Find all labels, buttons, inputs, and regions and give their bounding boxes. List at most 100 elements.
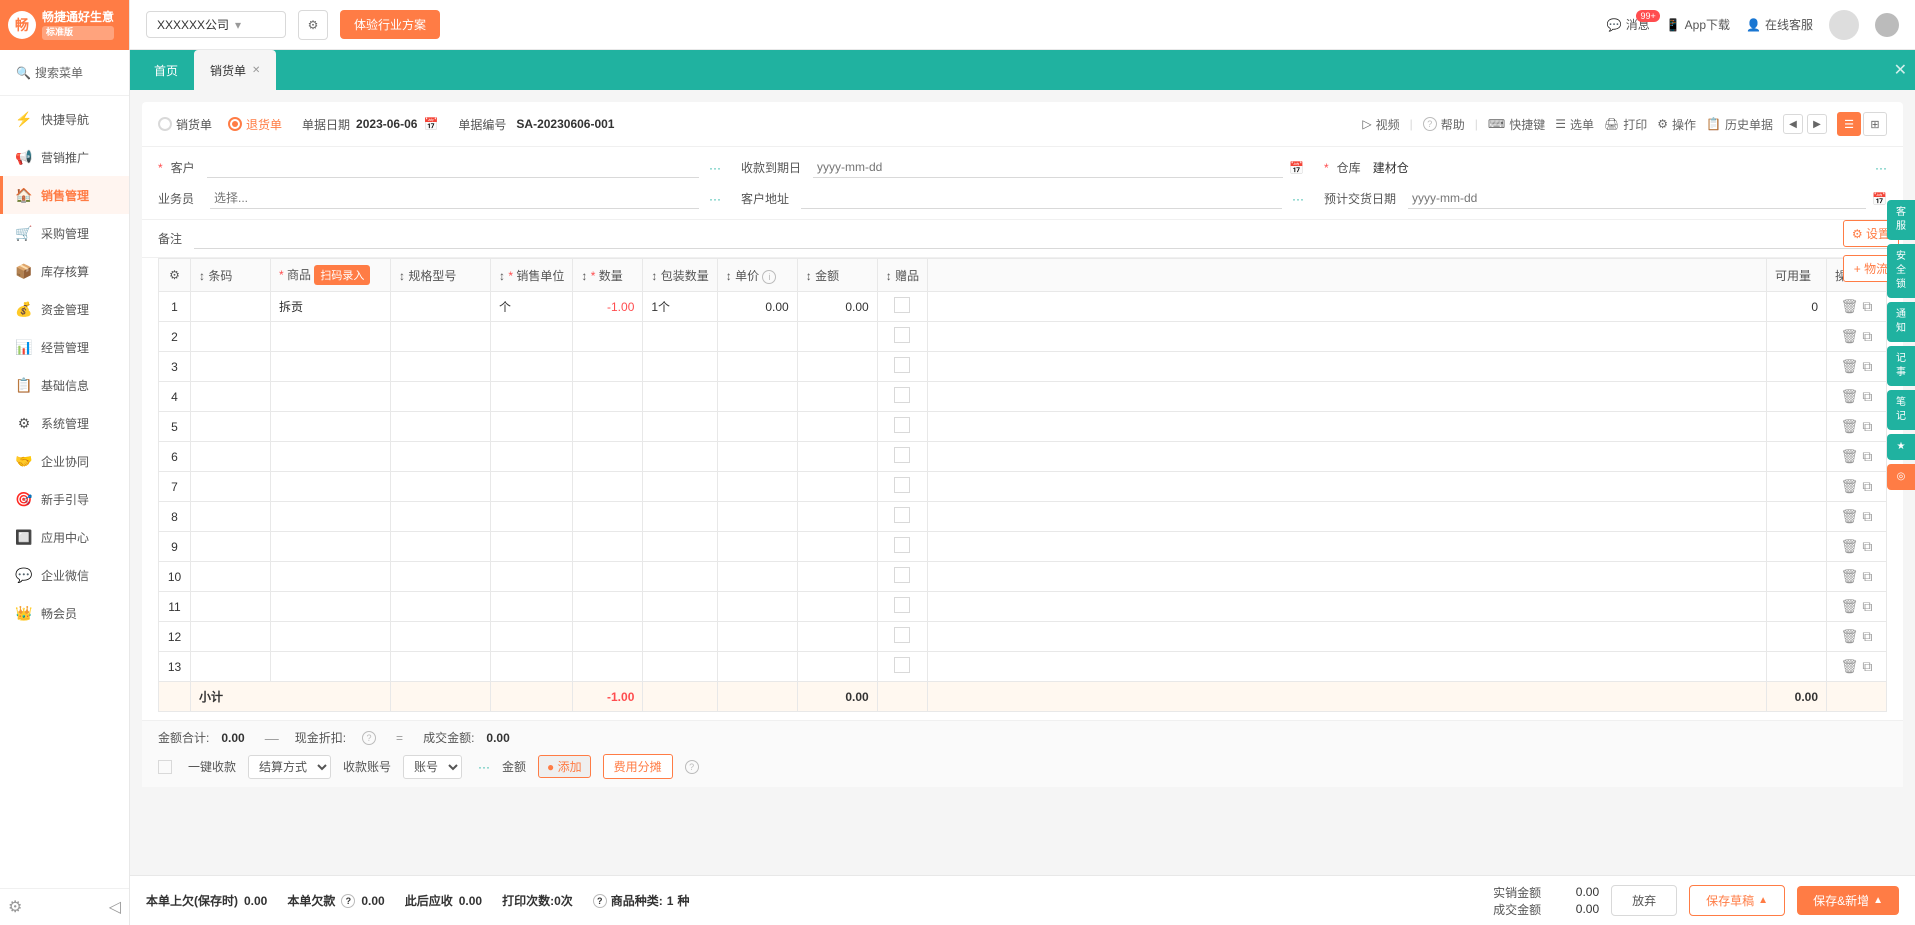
account-select[interactable]: 账号 (403, 755, 462, 779)
row-amount[interactable] (797, 412, 877, 442)
message-button[interactable]: 💬 消息 99+ (1607, 16, 1650, 33)
rpanel-notify[interactable]: 通知 (1887, 302, 1915, 342)
row-unit[interactable] (491, 382, 573, 412)
copy-icon[interactable]: ⧉ (1862, 568, 1872, 585)
row-pkg-qty[interactable]: 1个 (643, 292, 717, 322)
action-history[interactable]: 📋 历史单据 (1706, 116, 1773, 133)
row-spec[interactable] (391, 382, 491, 412)
gift-checkbox[interactable] (894, 447, 910, 463)
tab-close-all[interactable]: ✕ (1894, 60, 1907, 80)
warehouse-more-icon[interactable]: ··· (1875, 161, 1887, 175)
staff-input[interactable] (210, 188, 699, 209)
row-barcode[interactable] (191, 412, 271, 442)
gift-checkbox[interactable] (894, 657, 910, 673)
row-pkg-qty[interactable] (643, 382, 717, 412)
gift-checkbox[interactable] (894, 537, 910, 553)
row-gift[interactable] (877, 502, 927, 532)
gift-checkbox[interactable] (894, 297, 910, 313)
row-product[interactable] (271, 322, 391, 352)
row-amount[interactable] (797, 562, 877, 592)
row-pkg-qty[interactable] (643, 532, 717, 562)
row-product[interactable] (271, 622, 391, 652)
delete-icon[interactable]: 🗑 (1841, 628, 1859, 645)
row-price[interactable] (717, 622, 797, 652)
row-gift[interactable] (877, 412, 927, 442)
gift-checkbox[interactable] (894, 477, 910, 493)
row-amount[interactable] (797, 442, 877, 472)
row-product[interactable] (271, 532, 391, 562)
delete-icon[interactable]: 🗑 (1841, 358, 1859, 375)
view-list[interactable]: ☰ (1837, 112, 1861, 136)
row-spec[interactable] (391, 472, 491, 502)
row-product[interactable] (271, 382, 391, 412)
row-product[interactable] (271, 442, 391, 472)
row-qty[interactable]: -1.00 (573, 292, 643, 322)
rpanel-note[interactable]: 记事 (1887, 346, 1915, 386)
row-qty[interactable] (573, 382, 643, 412)
row-spec[interactable] (391, 532, 491, 562)
calendar-icon[interactable]: 📅 (423, 117, 438, 131)
gift-checkbox[interactable] (894, 357, 910, 373)
discount-info-icon[interactable]: ? (362, 731, 376, 745)
trial-button[interactable]: 体验行业方案 (340, 10, 440, 39)
customer-input[interactable] (207, 157, 699, 178)
delete-icon[interactable]: 🗑 (1841, 388, 1859, 405)
gift-checkbox[interactable] (894, 567, 910, 583)
copy-icon[interactable]: ⧉ (1862, 478, 1872, 495)
row-spec[interactable] (391, 592, 491, 622)
row-product[interactable] (271, 562, 391, 592)
settings-button[interactable]: ⚙ (298, 10, 328, 40)
th-qty-sort[interactable]: ↕ (581, 269, 587, 283)
row-gift[interactable] (877, 472, 927, 502)
row-qty[interactable] (573, 532, 643, 562)
row-price[interactable] (717, 352, 797, 382)
th-amount-sort[interactable]: ↕ (806, 269, 812, 283)
save-new-button[interactable]: 保存&新增 ▲ (1797, 886, 1899, 915)
address-more-icon[interactable]: ··· (1292, 192, 1304, 206)
row-barcode[interactable] (191, 382, 271, 412)
sidebar-item-企业微信[interactable]: 💬企业微信 (0, 556, 129, 594)
gift-checkbox[interactable] (894, 507, 910, 523)
row-amount[interactable] (797, 532, 877, 562)
row-qty[interactable] (573, 592, 643, 622)
price-info-icon[interactable]: i (762, 270, 776, 284)
delete-icon[interactable]: 🗑 (1841, 658, 1859, 675)
row-amount[interactable] (797, 322, 877, 352)
row-unit[interactable] (491, 352, 573, 382)
row-pkg-qty[interactable] (643, 622, 717, 652)
account-more-icon[interactable]: ··· (478, 760, 490, 774)
action-video[interactable]: ▷ 视频 (1362, 116, 1399, 133)
online-service-button[interactable]: 👤 在线客服 (1746, 16, 1813, 33)
action-select[interactable]: ☰ 选单 (1555, 116, 1594, 133)
row-unit[interactable] (491, 472, 573, 502)
row-qty[interactable] (573, 322, 643, 352)
th-pkg-sort[interactable]: ↕ (651, 269, 657, 283)
product-type-icon[interactable]: ? (593, 894, 607, 908)
row-price[interactable] (717, 442, 797, 472)
delivery-date-input[interactable] (1408, 188, 1866, 209)
row-pkg-qty[interactable] (643, 502, 717, 532)
th-unit-sort[interactable]: ↕ (499, 269, 505, 283)
delete-icon[interactable]: 🗑 (1841, 328, 1859, 345)
copy-icon[interactable]: ⧉ (1862, 448, 1872, 465)
sidebar-item-销售管理[interactable]: 🏠销售管理 (0, 176, 129, 214)
row-qty[interactable] (573, 352, 643, 382)
gift-checkbox[interactable] (894, 597, 910, 613)
action-help[interactable]: ? 帮助 (1423, 116, 1465, 133)
delete-icon[interactable]: 🗑 (1841, 568, 1859, 585)
row-spec[interactable] (391, 502, 491, 532)
sidebar-item-采购管理[interactable]: 🛒采购管理 (0, 214, 129, 252)
sidebar-item-基础信息[interactable]: 📋基础信息 (0, 366, 129, 404)
row-pkg-qty[interactable] (643, 442, 717, 472)
save-draft-button[interactable]: 保存草稿 ▲ (1689, 885, 1785, 916)
delete-icon[interactable]: 🗑 (1841, 448, 1859, 465)
gift-checkbox[interactable] (894, 627, 910, 643)
row-unit[interactable] (491, 442, 573, 472)
row-qty[interactable] (573, 622, 643, 652)
delete-icon[interactable]: 🗑 (1841, 418, 1859, 435)
row-barcode[interactable] (191, 652, 271, 682)
expense-info-icon[interactable]: ? (685, 760, 699, 774)
th-settings[interactable]: ⚙ (159, 259, 191, 292)
row-barcode[interactable] (191, 352, 271, 382)
row-price[interactable] (717, 472, 797, 502)
